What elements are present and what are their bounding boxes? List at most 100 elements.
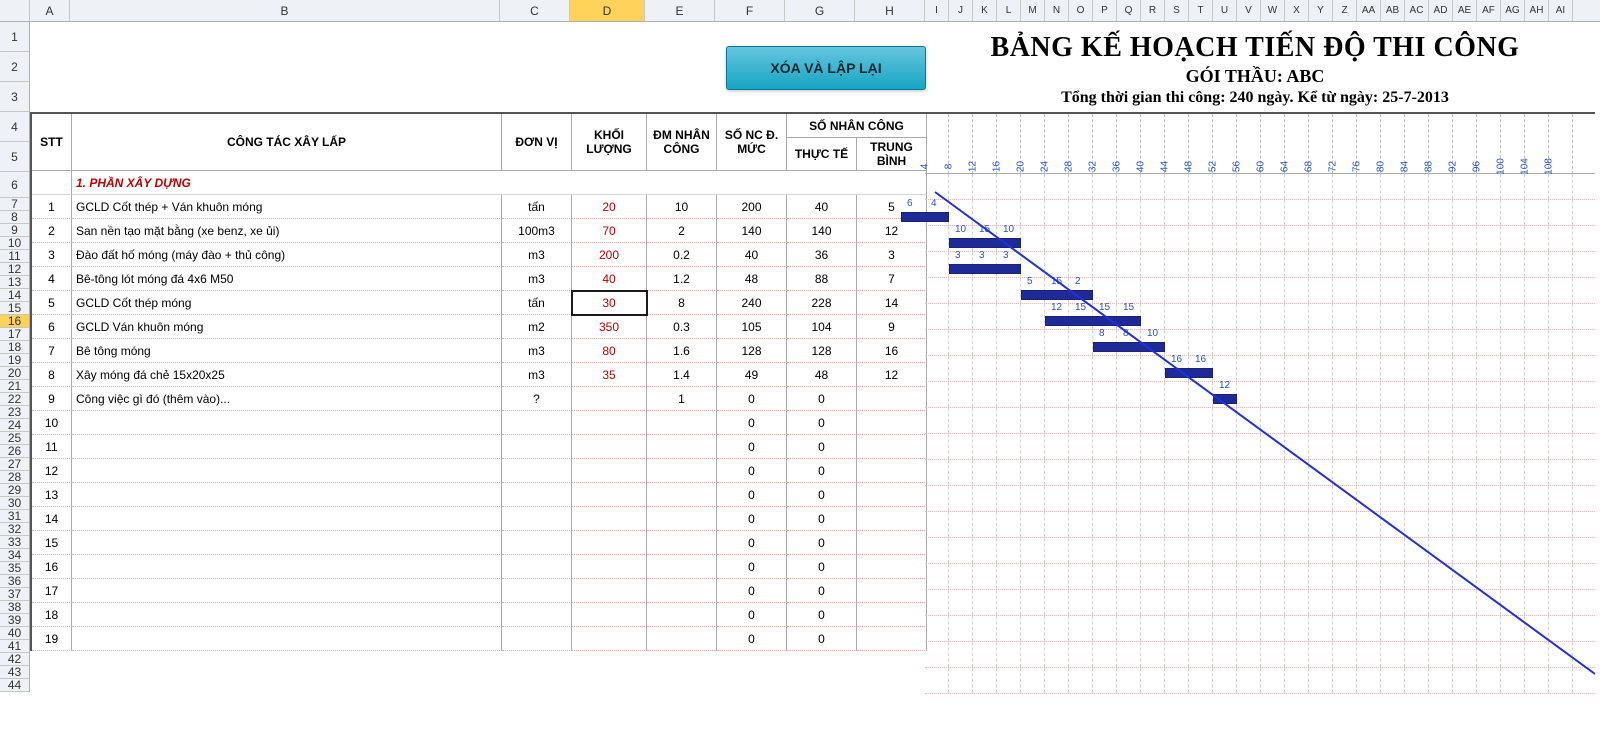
cell[interactable]: Xây móng đá chẻ 15x20x25 [72,363,502,387]
cell[interactable]: 13 [32,483,72,507]
cell[interactable] [502,411,572,435]
col-header-corner[interactable] [0,0,30,21]
cell[interactable] [647,459,717,483]
cell[interactable] [72,435,502,459]
cell[interactable]: 0 [787,555,857,579]
cell[interactable] [857,603,927,627]
gantt-bar[interactable] [901,212,949,222]
cell[interactable]: 0 [717,459,787,483]
gantt-bar[interactable] [1021,290,1093,300]
cell[interactable]: 9 [857,315,927,339]
col-header-AF[interactable]: AF [1477,0,1501,21]
cell[interactable]: GCLD Cốt thép + Ván khuôn móng [72,195,502,219]
cell[interactable] [32,171,72,195]
col-header-M[interactable]: M [1021,0,1045,21]
col-header-Q[interactable]: Q [1117,0,1141,21]
col-header-AH[interactable]: AH [1525,0,1549,21]
cell[interactable]: 1 [32,195,72,219]
col-header-K[interactable]: K [973,0,997,21]
cell[interactable] [572,627,647,651]
cell[interactable]: m3 [502,363,572,387]
col-header-Y[interactable]: Y [1309,0,1333,21]
gantt-bar[interactable] [1045,316,1141,326]
col-header-N[interactable]: N [1045,0,1069,21]
cell[interactable]: 7 [857,267,927,291]
cell[interactable]: ? [502,387,572,411]
cell[interactable] [572,531,647,555]
cell[interactable]: 0 [787,387,857,411]
col-header-F[interactable]: F [715,0,785,21]
cell[interactable] [647,531,717,555]
cell[interactable]: 0 [717,411,787,435]
cell[interactable] [572,387,647,411]
cell[interactable] [502,531,572,555]
col-header-AI[interactable]: AI [1549,0,1573,21]
cell[interactable]: 0 [787,435,857,459]
cell[interactable]: 36 [787,243,857,267]
cell[interactable] [857,435,927,459]
cell[interactable]: 70 [572,219,647,243]
cell[interactable]: 48 [787,363,857,387]
cell[interactable]: 35 [572,363,647,387]
col-header-AC[interactable]: AC [1405,0,1429,21]
cell[interactable]: 0 [717,387,787,411]
cell[interactable]: 16 [857,339,927,363]
cell[interactable]: 0 [717,435,787,459]
cell[interactable]: 240 [717,291,787,315]
cell[interactable]: m3 [502,267,572,291]
cell[interactable] [857,627,927,651]
cell[interactable]: 5 [32,291,72,315]
col-header-P[interactable]: P [1093,0,1117,21]
col-header-I[interactable]: I [925,0,949,21]
cell[interactable] [647,411,717,435]
cell[interactable] [857,531,927,555]
gantt-bar[interactable] [1093,342,1165,352]
col-header-R[interactable]: R [1141,0,1165,21]
cell[interactable]: 3 [32,243,72,267]
cell[interactable]: 3 [857,243,927,267]
col-header-D[interactable]: D [570,0,645,21]
cell[interactable] [502,603,572,627]
row-header-2[interactable]: 2 [0,52,29,82]
cell[interactable] [857,483,927,507]
col-header-AD[interactable]: AD [1429,0,1453,21]
cell[interactable] [572,411,647,435]
cell[interactable]: 140 [717,219,787,243]
col-header-AB[interactable]: AB [1381,0,1405,21]
cell[interactable] [502,483,572,507]
cell[interactable]: 200 [717,195,787,219]
col-header-S[interactable]: S [1165,0,1189,21]
gantt-bar[interactable] [949,264,1021,274]
column-header-row[interactable]: ABCDEFGHIJKLMNOPQRSTUVWXYZAAABACADAEAFAG… [0,0,1600,22]
cell[interactable]: 9 [32,387,72,411]
cell[interactable]: 7 [32,339,72,363]
cell[interactable]: 2 [32,219,72,243]
row-header-1[interactable]: 1 [0,22,29,52]
cell[interactable] [647,579,717,603]
cell[interactable] [647,483,717,507]
row-header-4[interactable]: 4 [0,112,29,142]
cell[interactable] [572,507,647,531]
cell[interactable] [857,507,927,531]
cell[interactable]: 0 [787,411,857,435]
cell[interactable]: 228 [787,291,857,315]
col-header-Z[interactable]: Z [1333,0,1357,21]
cell[interactable]: tấn [502,291,572,315]
cell[interactable]: 17 [32,579,72,603]
row-header-3[interactable]: 3 [0,82,29,112]
col-header-L[interactable]: L [997,0,1021,21]
cell[interactable]: 6 [32,315,72,339]
reset-button[interactable]: XÓA VÀ LẬP LẠI [726,46,926,90]
cell[interactable]: 4 [32,267,72,291]
cell[interactable] [72,555,502,579]
cell[interactable]: 48 [717,267,787,291]
cell[interactable]: 0 [787,459,857,483]
cell[interactable]: GCLD Cốt thép móng [72,291,502,315]
cell[interactable]: 1.4 [647,363,717,387]
cell[interactable]: Đào đất hố móng (máy đào + thủ công) [72,243,502,267]
cell[interactable] [857,555,927,579]
cell[interactable] [72,627,502,651]
cell[interactable]: 0.2 [647,243,717,267]
cell[interactable]: 49 [717,363,787,387]
cell[interactable]: 2 [647,219,717,243]
